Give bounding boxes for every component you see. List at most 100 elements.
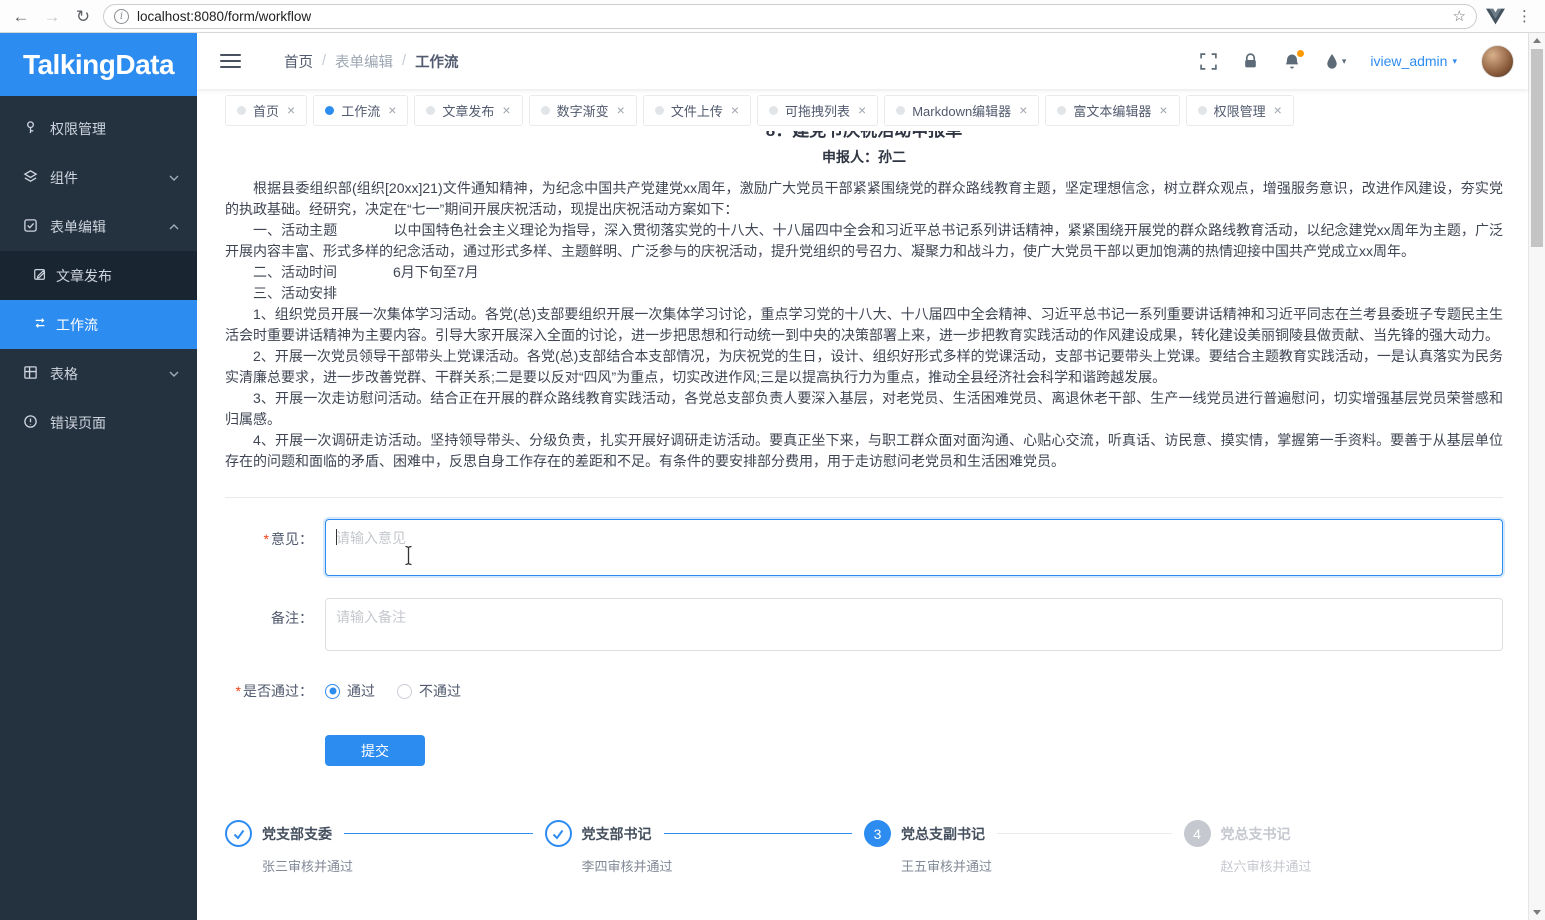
sidebar-item-components[interactable]: 组件 <box>0 153 197 202</box>
approval-steps: 党支部支委 张三审核并通过 党支部书记 李四审核并通过 3 党总支副书记 王五审… <box>225 820 1503 875</box>
step-title: 党支部书记 <box>581 825 652 842</box>
radio-label: 通过 <box>347 683 375 699</box>
breadcrumb-home[interactable]: 首页 <box>284 51 313 72</box>
tab-number-gradient[interactable]: 数字渐变 × <box>528 94 637 126</box>
bookmark-star-icon[interactable]: ☆ <box>1453 7 1466 25</box>
remark-label: 备注： <box>271 610 313 626</box>
sidebar-item-label: 表单编辑 <box>50 218 106 235</box>
close-icon[interactable]: × <box>617 103 625 117</box>
divider <box>225 497 1503 498</box>
sidebar: TalkingData 权限管理 组件 表单编辑 文章发布 工作流 表格 错误页… <box>0 33 197 920</box>
chevron-up-icon <box>169 223 179 230</box>
url-text: localhost:8080/form/workflow <box>137 8 312 24</box>
tab-dot-icon <box>237 105 246 115</box>
vue-devtools-icon[interactable] <box>1486 8 1505 25</box>
open-tabs-bar: 首页 × 工作流 × 文章发布 × 数字渐变 × 文件上传 × 可拖拽列表 × … <box>197 89 1528 131</box>
step-number: 3 <box>864 820 891 847</box>
edit-pen-icon <box>33 267 47 284</box>
step-3: 3 党总支副书记 王五审核并通过 <box>864 820 1184 875</box>
tab-label: 首页 <box>253 103 280 119</box>
tab-dot-icon <box>540 105 550 115</box>
table-grid-icon <box>23 365 38 383</box>
close-icon[interactable]: × <box>858 103 866 117</box>
browser-refresh-button[interactable]: ↻ <box>72 8 94 25</box>
required-marker: * <box>263 531 269 547</box>
sidebar-item-error-page[interactable]: 错误页面 <box>0 398 197 447</box>
tab-draggable-list[interactable]: 可拖拽列表 × <box>757 94 879 126</box>
browser-address-bar[interactable]: i localhost:8080/form/workflow ☆ <box>103 3 1477 29</box>
tab-dot-icon <box>1197 105 1207 115</box>
page-info-icon[interactable]: i <box>114 8 129 24</box>
close-icon[interactable]: × <box>287 103 295 117</box>
scroll-down-icon[interactable] <box>1529 905 1545 920</box>
radio-pass[interactable]: 通过 <box>325 681 375 701</box>
remark-textarea[interactable] <box>325 598 1503 651</box>
paragraph: 三、活动安排 <box>253 285 337 301</box>
tab-label: Markdown编辑器 <box>912 103 1012 119</box>
browser-menu-icon[interactable]: ⋮ <box>1514 7 1535 25</box>
step-title: 党支部支委 <box>262 825 332 842</box>
chevron-down-icon <box>169 175 179 181</box>
avatar[interactable] <box>1481 44 1514 78</box>
tab-workflow[interactable]: 工作流 × <box>313 94 409 126</box>
app-window: TalkingData 权限管理 组件 表单编辑 文章发布 工作流 表格 错误页… <box>0 33 1545 920</box>
tab-markdown-editor[interactable]: Markdown编辑器 × <box>884 94 1040 126</box>
fullscreen-icon[interactable] <box>1199 52 1218 71</box>
top-header: 首页 / 表单编辑 / 工作流 ▾ iview_admin ▾ <box>197 33 1528 89</box>
sidebar-menu: 权限管理 组件 表单编辑 文章发布 工作流 表格 错误页面 <box>0 96 197 447</box>
opinion-label: * 意见： <box>263 531 313 547</box>
close-icon[interactable]: × <box>731 103 739 117</box>
radio-fail[interactable]: 不通过 <box>397 681 461 701</box>
sidebar-item-label: 工作流 <box>56 316 98 333</box>
step-title: 党总支书记 <box>1220 825 1291 842</box>
user-dropdown[interactable]: iview_admin ▾ <box>1370 53 1457 69</box>
check-icon <box>544 820 572 847</box>
tab-permission[interactable]: 权限管理 × <box>1185 94 1294 126</box>
step-number: 4 <box>1183 820 1211 847</box>
submit-button[interactable]: 提交 <box>325 735 425 766</box>
opinion-textarea[interactable] <box>325 519 1503 576</box>
scroll-up-icon[interactable] <box>1529 33 1545 48</box>
sidebar-item-workflow[interactable]: 工作流 <box>0 300 197 349</box>
language-icon[interactable]: ▾ <box>1325 53 1346 70</box>
tab-file-upload[interactable]: 文件上传 × <box>642 94 752 126</box>
close-icon[interactable]: × <box>1274 103 1282 117</box>
step-4: 4 党总支书记 赵六审核并通过 <box>1183 820 1504 875</box>
paragraph: 4、开展一次调研走访活动。坚持领导带头、分级负责，扎实开展好调研走访活动。要真正… <box>225 432 1503 469</box>
main-panel: 首页 / 表单编辑 / 工作流 ▾ iview_admin ▾ 首页 × 工作流… <box>197 33 1528 920</box>
tab-richtext-editor[interactable]: 富文本编辑器 × <box>1045 94 1180 126</box>
notification-bell-icon[interactable] <box>1283 49 1304 71</box>
breadcrumb-form-edit[interactable]: 表单编辑 <box>335 51 393 72</box>
pass-radio-group: 通过 不通过 <box>325 681 461 701</box>
breadcrumb-separator: / <box>322 53 327 69</box>
sidebar-item-table[interactable]: 表格 <box>0 349 197 398</box>
browser-forward-button[interactable]: → <box>41 8 63 25</box>
close-icon[interactable]: × <box>388 103 396 117</box>
tab-home[interactable]: 首页 × <box>225 94 308 126</box>
close-icon[interactable]: × <box>1019 103 1027 117</box>
tab-dot-icon <box>769 105 779 115</box>
document-body: 根据县委组织部(组织[20xx]21)文件通知精神，为纪念中国共产党建党xx周年… <box>225 178 1503 472</box>
scrollbar-thumb[interactable] <box>1531 49 1543 247</box>
breadcrumb-separator: / <box>402 53 407 69</box>
paragraph: 2、开展一次党员领导干部带头上党课活动。各党(总)支部结合本支部情况，为庆祝党的… <box>225 348 1503 385</box>
tab-label: 可拖拽列表 <box>785 103 851 119</box>
step-description: 王五审核并通过 <box>901 859 993 874</box>
close-icon[interactable]: × <box>1159 103 1167 117</box>
sidebar-item-permission[interactable]: 权限管理 <box>0 104 197 153</box>
sidebar-item-article-publish[interactable]: 文章发布 <box>0 251 197 300</box>
sidebar-item-form-edit[interactable]: 表单编辑 <box>0 202 197 251</box>
sidebar-item-label: 表格 <box>50 365 78 382</box>
notification-badge <box>1296 49 1304 57</box>
paragraph: 根据县委组织部(组织[20xx]21)文件通知精神，为纪念中国共产党建党xx周年… <box>225 180 1503 217</box>
paragraph: 二、活动时间 6月下旬至7月 <box>253 264 479 280</box>
close-icon[interactable]: × <box>502 103 510 117</box>
paragraph: 3、开展一次走访慰问活动。结合正在开展的群众路线教育实践活动，各党总支部负责人要… <box>225 390 1503 427</box>
app-logo[interactable]: TalkingData <box>0 33 197 96</box>
browser-back-button[interactable]: ← <box>10 8 32 25</box>
username: iview_admin <box>1370 53 1448 69</box>
tab-article-publish[interactable]: 文章发布 × <box>414 94 523 126</box>
step-2: 党支部书记 李四审核并通过 <box>544 820 865 875</box>
collapse-menu-icon[interactable] <box>220 54 241 68</box>
lock-icon[interactable] <box>1242 52 1259 70</box>
